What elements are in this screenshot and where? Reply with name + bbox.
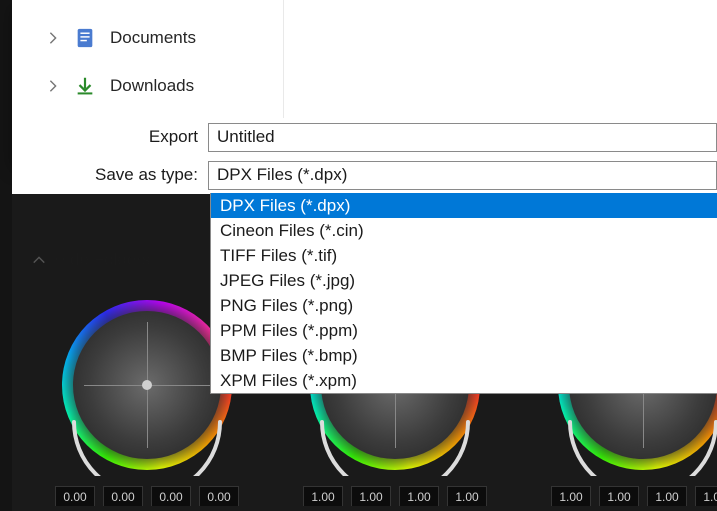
export-form: Export Save as type:: [12, 118, 717, 194]
folder-tree: Documents Downloads: [12, 0, 284, 120]
tree-item-downloads[interactable]: Downloads: [12, 62, 283, 110]
file-type-option[interactable]: Cineon Files (*.cin): [211, 218, 717, 243]
value-box[interactable]: 0.00: [199, 486, 239, 506]
file-type-option[interactable]: TIFF Files (*.tif): [211, 243, 717, 268]
chevron-right-icon: [46, 31, 60, 45]
value-box[interactable]: 1.00: [351, 486, 391, 506]
file-type-option[interactable]: JPEG Files (*.jpg): [211, 268, 717, 293]
value-box[interactable]: 1.00: [551, 486, 591, 506]
value-box[interactable]: 0.00: [103, 486, 143, 506]
file-type-option[interactable]: BMP Files (*.bmp): [211, 343, 717, 368]
export-dialog: Documents Downloads Export Save as type:…: [12, 0, 717, 164]
tree-item-documents[interactable]: Documents: [12, 14, 283, 62]
value-box[interactable]: 1.00: [303, 486, 343, 506]
file-type-option[interactable]: PPM Files (*.ppm): [211, 318, 717, 343]
value-arc-slider[interactable]: [68, 416, 226, 476]
file-type-dropdown[interactable]: DPX Files (*.dpx) Cineon Files (*.cin) T…: [210, 193, 717, 394]
value-arc-slider[interactable]: [316, 416, 474, 476]
tree-item-label: Downloads: [110, 76, 194, 96]
value-box[interactable]: 1.00: [647, 486, 687, 506]
file-type-option[interactable]: XPM Files (*.xpm): [211, 368, 717, 393]
value-box[interactable]: 1.00: [447, 486, 487, 506]
documents-icon: [74, 27, 96, 49]
export-label: Export: [12, 127, 208, 147]
chevron-up-icon: [32, 253, 46, 267]
value-box[interactable]: 1.00: [695, 486, 717, 506]
save-as-type-select[interactable]: [208, 161, 717, 190]
value-box[interactable]: 1.00: [399, 486, 439, 506]
hide-folders-label: Hide Folders: [54, 250, 150, 270]
export-filename-input[interactable]: [208, 123, 717, 152]
file-type-option[interactable]: DPX Files (*.dpx): [211, 193, 717, 218]
value-box[interactable]: 0.00: [55, 486, 95, 506]
hide-folders-button[interactable]: Hide Folders: [32, 250, 150, 270]
value-box[interactable]: 0.00: [151, 486, 191, 506]
file-type-option[interactable]: PNG Files (*.png): [211, 293, 717, 318]
save-as-type-label: Save as type:: [12, 165, 208, 185]
color-wheel: 0.00 0.00 0.00 0.00: [62, 300, 232, 511]
chevron-right-icon: [46, 79, 60, 93]
picker-dot[interactable]: [142, 380, 152, 390]
value-arc-slider[interactable]: [564, 416, 717, 476]
value-box[interactable]: 1.00: [599, 486, 639, 506]
tree-item-label: Documents: [110, 28, 196, 48]
downloads-icon: [74, 75, 96, 97]
